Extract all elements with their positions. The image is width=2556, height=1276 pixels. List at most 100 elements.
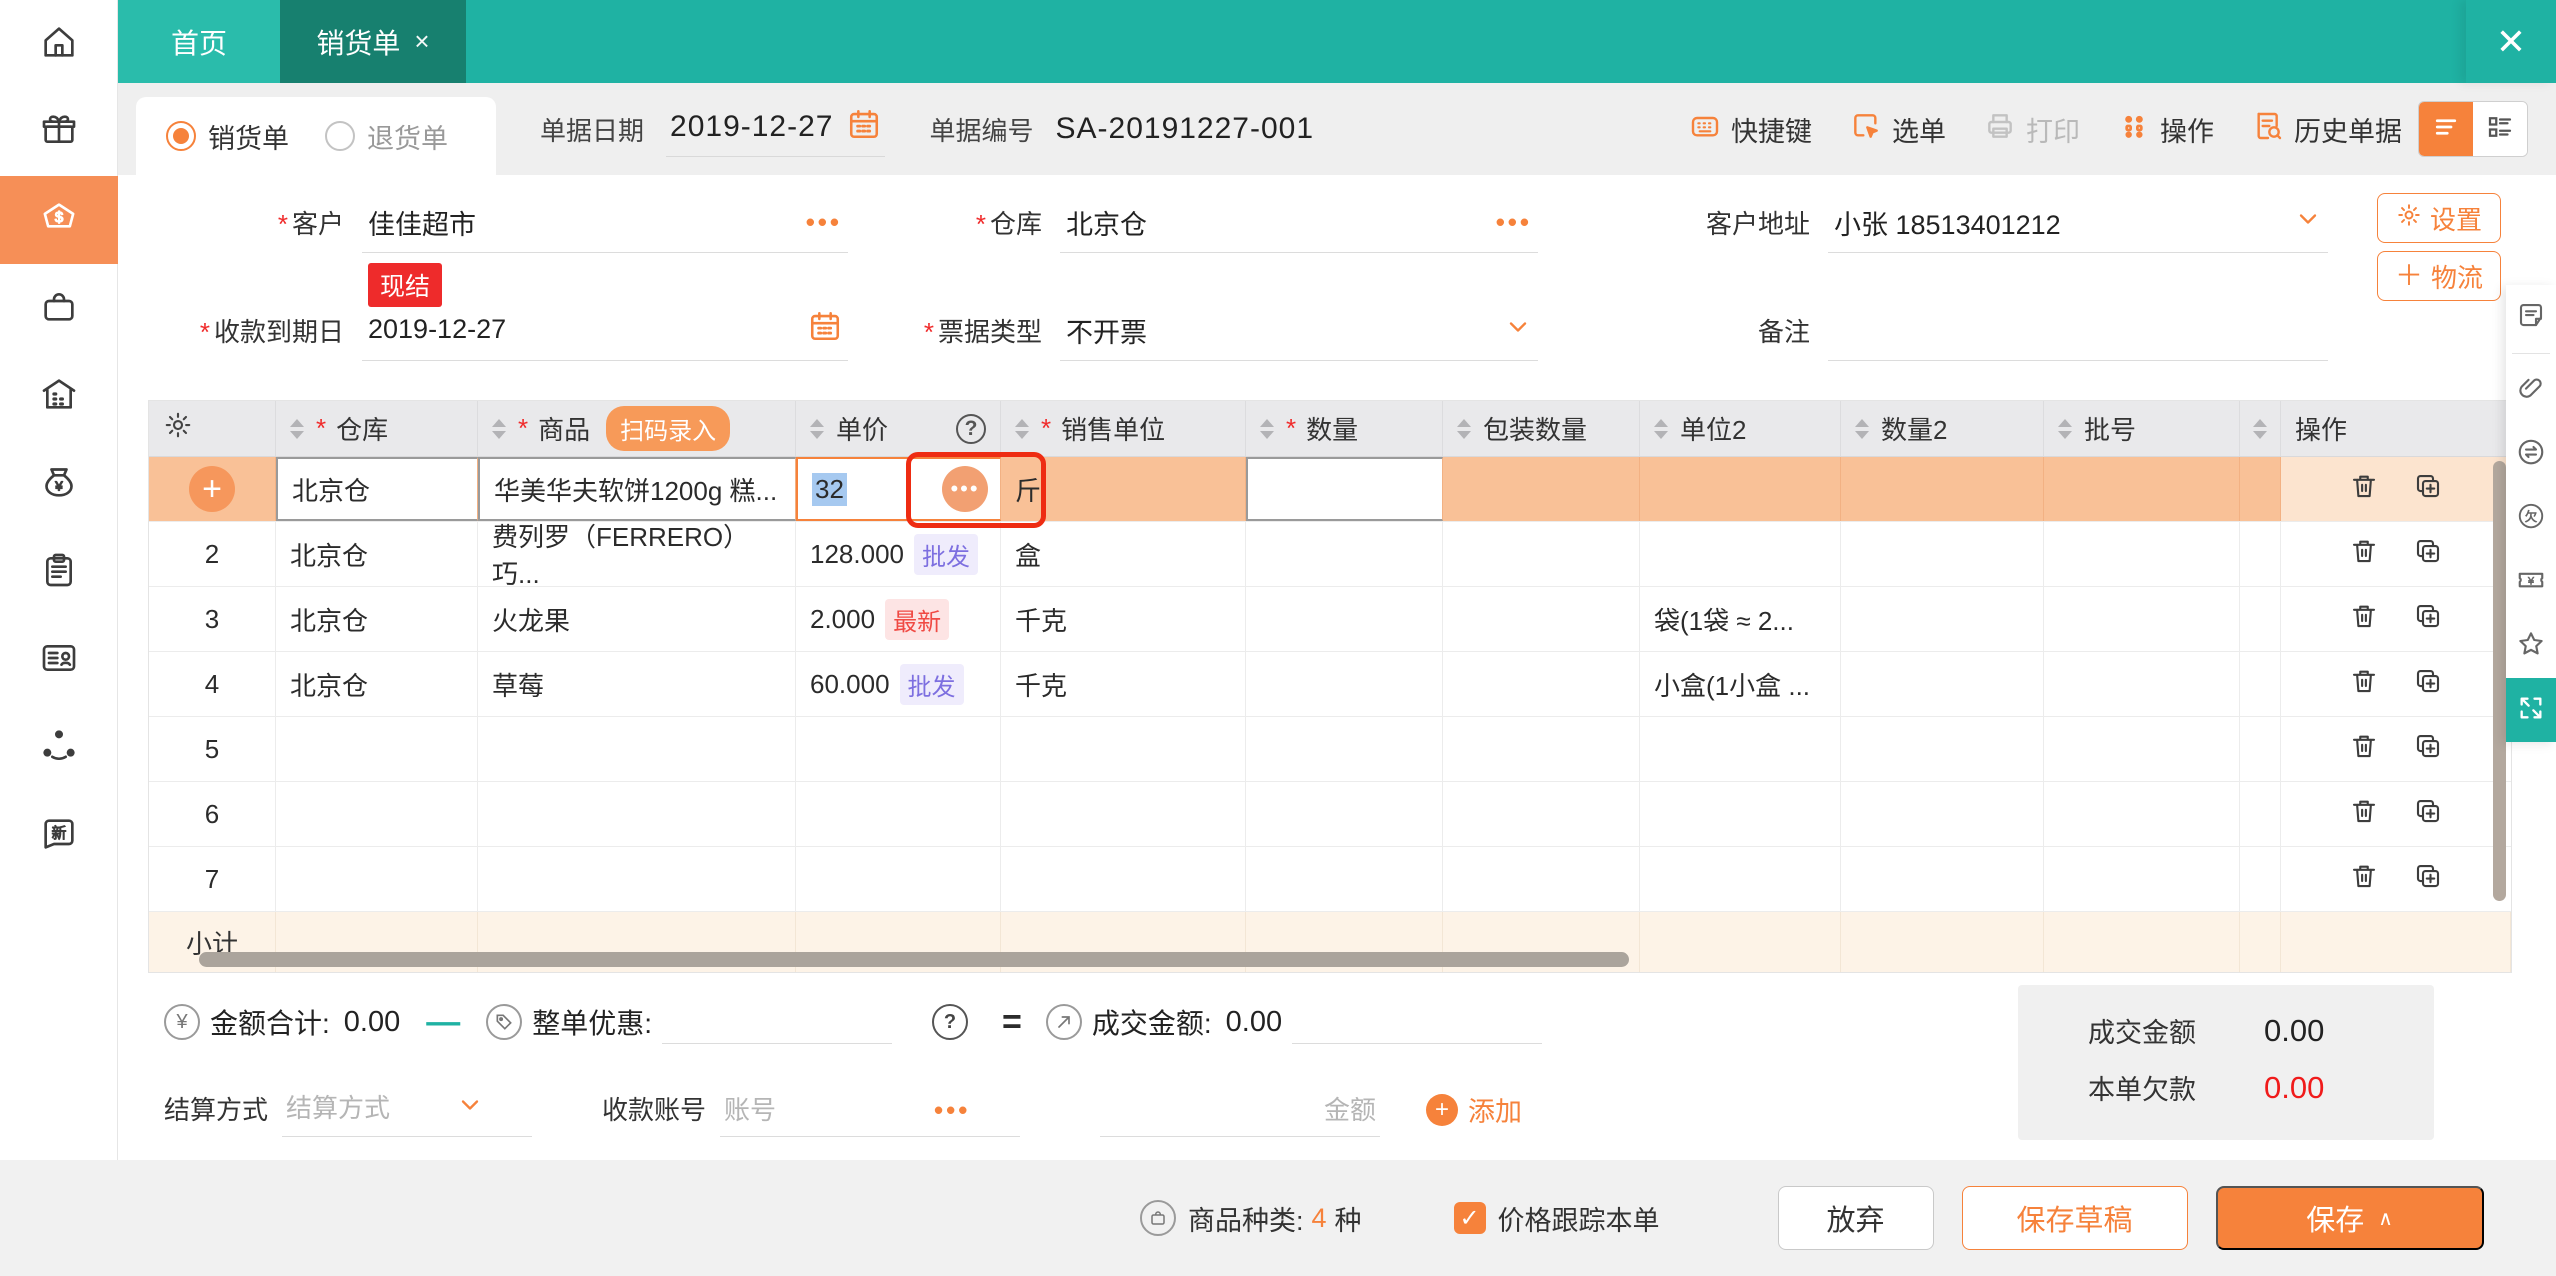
tab-sales-order[interactable]: 销货单 × [280, 0, 466, 83]
add-payment-button[interactable]: + 添加 [1426, 1090, 1522, 1137]
batch-cell[interactable] [2044, 587, 2240, 651]
doc-date-input[interactable]: 2019-12-27 [666, 101, 886, 157]
pack-qty-cell[interactable] [1443, 847, 1640, 911]
unit2-cell[interactable] [1640, 457, 1841, 521]
discard-button[interactable]: 放弃 [1777, 1186, 1934, 1250]
column-header-qty[interactable]: * 数量 [1246, 401, 1443, 456]
copy-row-icon[interactable] [2413, 731, 2443, 768]
favorite-tool-button[interactable] [2506, 614, 2556, 678]
sale-unit-cell[interactable]: 盒 [1001, 522, 1246, 586]
deal-amount-input[interactable] [1292, 1000, 1543, 1044]
chevron-down-icon[interactable] [456, 1091, 484, 1126]
warehouse-cell[interactable]: 北京仓 [276, 587, 478, 651]
unit2-cell[interactable] [1640, 782, 1841, 846]
history-orders-button[interactable]: 历史单据 [2252, 110, 2402, 149]
price-cell[interactable] [796, 782, 1001, 846]
copy-row-icon[interactable] [2413, 471, 2443, 508]
trash-icon[interactable] [2349, 601, 2379, 638]
owe-tool-button[interactable]: 欠 [2506, 486, 2556, 550]
pack-qty-cell[interactable] [1443, 782, 1640, 846]
add-row-button[interactable]: + [189, 466, 235, 512]
attachment-tool-button[interactable] [2506, 358, 2556, 422]
sidebar-item-share[interactable] [0, 704, 118, 792]
product-cell[interactable]: 草莓 [478, 652, 796, 716]
column-header-unit2[interactable]: 单位2 [1640, 401, 1841, 456]
batch-cell[interactable] [2044, 782, 2240, 846]
pay-method-input[interactable] [286, 1093, 457, 1124]
batch-cell[interactable] [2044, 652, 2240, 716]
tab-close-icon[interactable]: × [414, 26, 429, 57]
logistics-button[interactable]: ＋ 物流 [2377, 251, 2501, 301]
sale-unit-cell[interactable]: 千克 [1001, 652, 1246, 716]
sale-unit-cell[interactable] [1001, 782, 1246, 846]
help-icon[interactable]: ? [956, 413, 986, 444]
batch-cell[interactable] [2044, 847, 2240, 911]
account-select[interactable]: ••• [720, 1095, 1021, 1137]
column-header-qty2[interactable]: 数量2 [1841, 401, 2044, 456]
pack-qty-cell[interactable] [1443, 522, 1640, 586]
copy-row-icon[interactable] [2413, 536, 2443, 573]
calendar-icon[interactable] [808, 309, 842, 350]
sale-unit-cell[interactable]: 斤 [1001, 457, 1246, 521]
price-cell[interactable] [796, 847, 1001, 911]
qty2-cell[interactable] [1841, 652, 2044, 716]
amount-field[interactable] [1100, 1095, 1381, 1137]
invoice-type-select[interactable]: 不开票 [1060, 311, 1538, 361]
product-cell[interactable]: 火龙果 [478, 587, 796, 651]
pack-qty-cell[interactable] [1443, 457, 1640, 521]
column-settings[interactable] [149, 401, 276, 456]
account-picker-dots[interactable]: ••• [934, 1095, 970, 1126]
batch-cell[interactable] [2044, 457, 2240, 521]
qty-cell[interactable] [1246, 457, 1443, 521]
sidebar-item-sales[interactable]: $ [0, 176, 118, 264]
batch-cell[interactable] [2044, 717, 2240, 781]
warehouse-cell[interactable]: 北京仓 [276, 457, 478, 521]
list-view-toggle[interactable] [2419, 102, 2473, 156]
qty2-cell[interactable] [1841, 587, 2044, 651]
save-button[interactable]: 保存 ∧ [2215, 1186, 2484, 1250]
qty-cell[interactable] [1246, 847, 1443, 911]
note-tool-button[interactable] [2506, 285, 2556, 349]
tab-home[interactable]: 首页 [118, 0, 280, 83]
sidebar-item-promotion[interactable] [0, 88, 118, 176]
checkbox-checked-icon[interactable]: ✓ [1453, 1202, 1486, 1234]
help-icon[interactable]: ? [932, 1004, 969, 1040]
table-row[interactable]: 3 北京仓 火龙果 2.000 最新 千克 袋(1袋 ≈ 2... [149, 587, 2511, 652]
price-cell[interactable] [796, 717, 1001, 781]
pack-qty-cell[interactable] [1443, 717, 1640, 781]
warehouse-cell[interactable] [276, 717, 478, 781]
unit2-cell[interactable] [1640, 847, 1841, 911]
warehouse-picker-dots[interactable]: ••• [1496, 207, 1532, 238]
batch-cell[interactable] [2044, 522, 2240, 586]
save-draft-button[interactable]: 保存草稿 [1961, 1186, 2188, 1250]
shortcut-keys-button[interactable]: 快捷键 [1689, 110, 1812, 149]
sort-arrows-icon[interactable] [1654, 418, 1668, 439]
price-cell[interactable]: 128.000 批发 [796, 522, 1001, 586]
sidebar-item-warehouse[interactable] [0, 352, 118, 440]
sort-arrows-icon[interactable] [1260, 418, 1274, 439]
customer-input[interactable]: 佳佳超市 ••• [362, 203, 848, 253]
sale-unit-cell[interactable] [1001, 847, 1246, 911]
qty2-cell[interactable] [1841, 457, 2044, 521]
calendar-icon[interactable] [847, 107, 881, 146]
trash-icon[interactable] [2349, 731, 2379, 768]
sort-arrows-icon[interactable] [810, 418, 824, 439]
column-header-warehouse[interactable]: * 仓库 [276, 401, 478, 456]
column-header-product[interactable]: * 商品 扫码录入 [478, 401, 796, 456]
column-header-batch[interactable]: 批号 [2044, 401, 2240, 456]
actions-button[interactable]: 操作 [2118, 110, 2214, 149]
warehouse-input[interactable]: 北京仓 ••• [1060, 203, 1538, 253]
price-track-checkbox-group[interactable]: ✓ 价格跟踪本单 [1453, 1199, 1660, 1238]
amount-input[interactable] [1276, 1095, 1377, 1126]
product-cell[interactable]: 华美华夫软饼1200g 糕... [478, 457, 796, 521]
column-header-price[interactable]: 单价? [796, 401, 1001, 456]
table-row[interactable]: 5 [149, 717, 2511, 782]
discount-input[interactable] [662, 1000, 893, 1044]
radio-sale-order[interactable]: 销货单 [166, 117, 289, 156]
qty-cell[interactable] [1246, 587, 1443, 651]
qty2-cell[interactable] [1841, 717, 2044, 781]
sidebar-item-orders[interactable] [0, 528, 118, 616]
sidebar-item-purchase[interactable] [0, 264, 118, 352]
expand-tool-button[interactable] [2506, 678, 2556, 742]
product-cell[interactable]: 费列罗（FERRERO）巧... [478, 522, 796, 589]
